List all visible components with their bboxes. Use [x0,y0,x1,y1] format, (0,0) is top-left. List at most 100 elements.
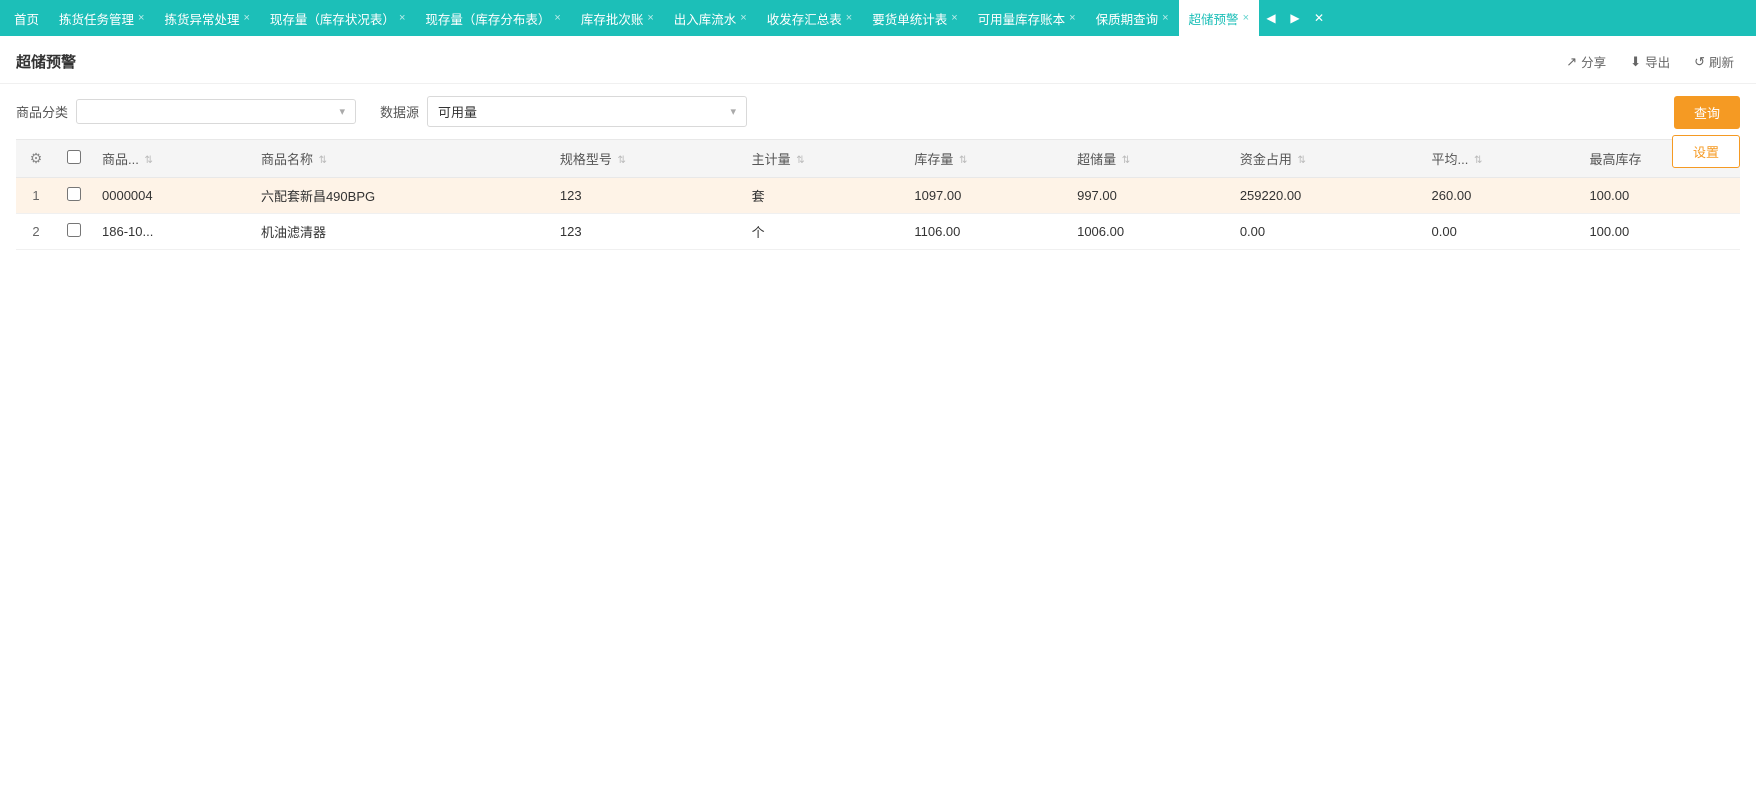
close-icon[interactable]: × [740,12,746,24]
col-checkbox-header[interactable] [56,140,92,178]
share-button[interactable]: ↗ 分享 [1560,48,1612,75]
filter-buttons: 查询 设置 [1672,96,1740,168]
nav-next-arrow[interactable]: ▶ [1283,0,1307,36]
nav-item-home[interactable]: 首页 [4,0,49,36]
nav-item-collect[interactable]: 收发存汇总表 × [757,0,862,36]
row-capital: 259220.00 [1230,178,1422,214]
row-checkbox[interactable] [67,187,81,201]
close-icon[interactable]: × [951,12,957,24]
share-icon: ↗ [1566,54,1577,70]
filter-fields: 商品分类 ▾ 数据源 可用量 ▾ [16,96,747,127]
nav-item-abnormal[interactable]: 拣货异常处理 × [154,0,259,36]
row-spec: 123 [550,178,742,214]
sort-icon: ⇅ [1297,155,1305,166]
datasource-select-value: 可用量 [438,102,477,121]
col-avg-header[interactable]: 平均... ⇅ [1422,140,1580,178]
row-overstock: 997.00 [1067,178,1230,214]
sort-icon: ⇅ [618,155,626,166]
sort-icon: ⇅ [144,155,152,166]
category-label: 商品分类 [16,102,68,121]
export-button[interactable]: ⬇ 导出 [1624,48,1676,75]
datasource-label: 数据源 [380,102,419,121]
page-header: 超储预警 ↗ 分享 ⬇ 导出 ↺ 刷新 [0,36,1756,84]
select-all-checkbox[interactable] [67,150,81,164]
close-icon[interactable]: × [243,12,249,24]
nav-item-inout[interactable]: 出入库流水 × [664,0,757,36]
nav-item-overstock[interactable]: 超储预警 × [1179,0,1259,36]
nav-item-task[interactable]: 拣货任务管理 × [49,0,154,36]
table-container: ⚙ 商品... ⇅ 商品名称 ⇅ 规格型号 ⇅ [0,139,1756,250]
row-stock: 1097.00 [904,178,1067,214]
table-header-row: ⚙ 商品... ⇅ 商品名称 ⇅ 规格型号 ⇅ [16,140,1740,178]
page-title: 超储预警 [16,51,76,72]
row-code: 186-10... [92,214,251,250]
row-name: 六配套新昌490BPG [251,178,550,214]
sort-icon: ⇅ [796,155,804,166]
col-name-header[interactable]: 商品名称 ⇅ [251,140,550,178]
nav-close-all-icon[interactable]: ✕ [1307,0,1331,36]
col-spec-header[interactable]: 规格型号 ⇅ [550,140,742,178]
header-actions: ↗ 分享 ⬇ 导出 ↺ 刷新 [1560,48,1740,75]
refresh-button[interactable]: ↺ 刷新 [1688,48,1740,75]
col-overstock-header[interactable]: 超储量 ⇅ [1067,140,1230,178]
close-icon[interactable]: × [1243,12,1249,24]
row-unit: 个 [742,214,905,250]
nav-item-order-stat[interactable]: 要货单统计表 × [862,0,967,36]
row-avg: 260.00 [1422,178,1580,214]
close-icon[interactable]: × [1069,12,1075,24]
gear-icon[interactable]: ⚙ [30,150,43,166]
nav-item-available[interactable]: 可用量库存账本 × [968,0,1086,36]
sort-icon: ⇅ [1474,155,1482,166]
row-name: 机油滤清器 [251,214,550,250]
col-settings-header[interactable]: ⚙ [16,140,56,178]
export-icon: ⬇ [1630,54,1641,70]
close-icon[interactable]: × [554,12,560,24]
col-capital-header[interactable]: 资金占用 ⇅ [1230,140,1422,178]
close-icon[interactable]: × [138,12,144,24]
chevron-down-icon: ▾ [339,105,345,118]
category-select[interactable]: ▾ [76,99,356,124]
nav-item-batch[interactable]: 库存批次账 × [571,0,664,36]
col-stock-header[interactable]: 库存量 ⇅ [904,140,1067,178]
sort-icon: ⇅ [1122,155,1130,166]
close-icon[interactable]: × [1162,12,1168,24]
datasource-filter: 数据源 可用量 ▾ [380,96,747,127]
table-row: 2 186-10... 机油滤清器 123 个 1106.00 1006.00 … [16,214,1740,250]
filter-row: 商品分类 ▾ 数据源 可用量 ▾ 查询 设置 [0,84,1756,139]
row-maxstock: 100.00 [1579,178,1740,214]
row-spec: 123 [550,214,742,250]
settings-button[interactable]: 设置 [1672,135,1740,168]
row-index: 2 [16,214,56,250]
row-checkbox-cell[interactable] [56,178,92,214]
chevron-down-icon: ▾ [731,105,737,118]
row-overstock: 1006.00 [1067,214,1230,250]
nav-item-inv-dist[interactable]: 现存量（库存分布表） × [415,0,570,36]
nav-bar: 首页 拣货任务管理 × 拣货异常处理 × 现存量（库存状况表） × 现存量（库存… [0,0,1756,36]
category-filter: 商品分类 ▾ [16,99,356,124]
sort-icon: ⇅ [959,155,967,166]
row-maxstock: 100.00 [1579,214,1740,250]
col-unit-header[interactable]: 主计量 ⇅ [742,140,905,178]
row-index: 1 [16,178,56,214]
query-button[interactable]: 查询 [1674,96,1740,129]
table-row: 1 0000004 六配套新昌490BPG 123 套 1097.00 997.… [16,178,1740,214]
row-unit: 套 [742,178,905,214]
nav-item-inv-status[interactable]: 现存量（库存状况表） × [260,0,415,36]
nav-prev-arrow[interactable]: ◀ [1259,0,1283,36]
row-capital: 0.00 [1230,214,1422,250]
close-icon[interactable]: × [647,12,653,24]
refresh-icon: ↺ [1694,54,1705,70]
row-code: 0000004 [92,178,251,214]
nav-item-quality[interactable]: 保质期查询 × [1086,0,1179,36]
close-icon[interactable]: × [846,12,852,24]
close-icon[interactable]: × [399,12,405,24]
page-content: 超储预警 ↗ 分享 ⬇ 导出 ↺ 刷新 商品分类 ▾ [0,36,1756,800]
datasource-select[interactable]: 可用量 ▾ [427,96,747,127]
col-code-header[interactable]: 商品... ⇅ [92,140,251,178]
row-checkbox-cell[interactable] [56,214,92,250]
row-stock: 1106.00 [904,214,1067,250]
row-checkbox[interactable] [67,223,81,237]
data-table: ⚙ 商品... ⇅ 商品名称 ⇅ 规格型号 ⇅ [16,139,1740,250]
row-avg: 0.00 [1422,214,1580,250]
sort-icon: ⇅ [319,155,327,166]
